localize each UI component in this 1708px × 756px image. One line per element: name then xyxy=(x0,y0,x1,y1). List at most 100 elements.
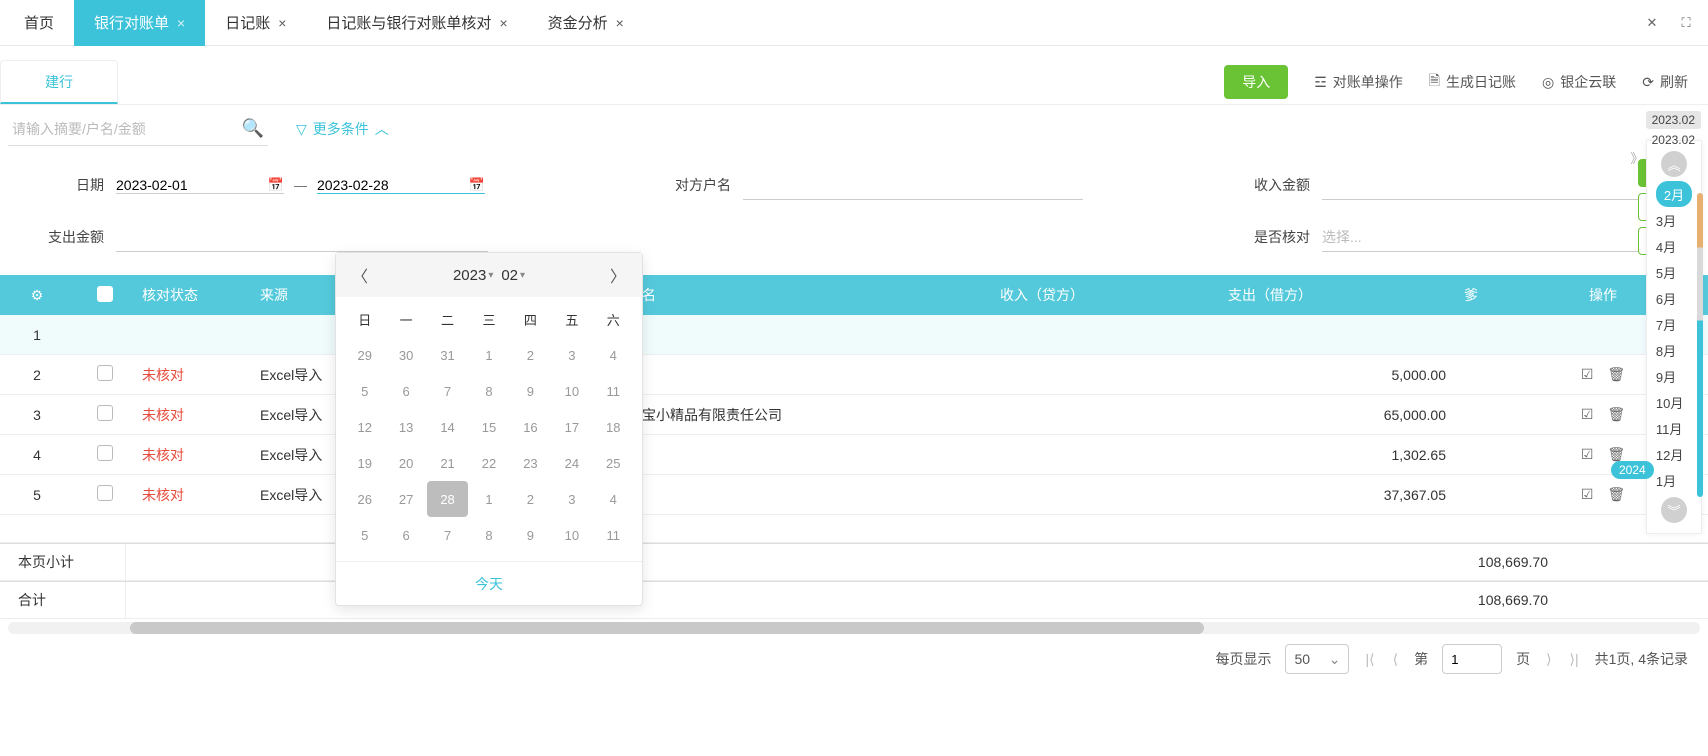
calendar-day[interactable]: 4 xyxy=(593,481,634,517)
gen-journal-button[interactable]: 🗎生成日记账 xyxy=(1429,70,1516,94)
calendar-day[interactable]: 7 xyxy=(427,517,468,553)
settings-column-icon[interactable]: ⚙ xyxy=(0,287,74,304)
counterparty-input[interactable] xyxy=(743,170,1083,200)
date-from-input[interactable] xyxy=(116,177,236,193)
import-button[interactable]: 导入 xyxy=(1224,65,1288,99)
month-select[interactable]: 02▾ xyxy=(501,267,525,284)
calendar-day[interactable]: 22 xyxy=(468,445,509,481)
timeline-month[interactable]: 4月 xyxy=(1656,233,1692,259)
income-input[interactable] xyxy=(1322,170,1662,200)
calendar-day[interactable]: 4 xyxy=(593,337,634,373)
calendar-icon[interactable]: 📅 xyxy=(469,177,485,193)
last-page-button[interactable]: ⟩| xyxy=(1568,651,1581,668)
next-month-button[interactable]: 〉 xyxy=(598,253,638,297)
calendar-day[interactable]: 5 xyxy=(344,517,385,553)
year-select[interactable]: 2023▾ xyxy=(453,267,493,284)
calendar-day[interactable]: 13 xyxy=(385,409,426,445)
date-from-field[interactable]: 📅 xyxy=(116,177,284,194)
calendar-day[interactable]: 5 xyxy=(344,373,385,409)
first-page-button[interactable]: |⟨ xyxy=(1363,651,1376,668)
timeline-month[interactable]: 12月 xyxy=(1656,441,1692,467)
calendar-icon[interactable]: 📅 xyxy=(268,177,284,193)
calendar-day[interactable]: 14 xyxy=(427,409,468,445)
tab-reconcile[interactable]: 日记账与银行对账单核对× xyxy=(306,0,527,46)
matched-select[interactable]: 选择... ⌄ xyxy=(1322,222,1662,252)
row-checkbox[interactable] xyxy=(97,485,113,501)
timeline-month[interactable]: 5月 xyxy=(1656,259,1692,285)
search-input[interactable] xyxy=(12,121,242,137)
calendar-day[interactable]: 20 xyxy=(385,445,426,481)
timeline-month[interactable]: 7月 xyxy=(1656,311,1692,337)
calendar-day[interactable]: 15 xyxy=(468,409,509,445)
close-icon[interactable]: × xyxy=(499,15,507,31)
calendar-day[interactable]: 9 xyxy=(510,517,551,553)
expense-input[interactable] xyxy=(116,222,488,252)
horizontal-scrollbar[interactable] xyxy=(0,619,1708,637)
calendar-day[interactable]: 2 xyxy=(510,337,551,373)
tab-home[interactable]: 首页 xyxy=(4,0,74,46)
check-row-icon[interactable]: ☑ xyxy=(1581,486,1594,503)
calendar-day[interactable]: 25 xyxy=(593,445,634,481)
close-icon[interactable]: × xyxy=(616,15,624,31)
calendar-day[interactable]: 16 xyxy=(510,409,551,445)
calendar-day[interactable]: 8 xyxy=(468,517,509,553)
calendar-day[interactable]: 10 xyxy=(551,373,592,409)
calendar-day[interactable]: 2 xyxy=(510,481,551,517)
check-row-icon[interactable]: ☑ xyxy=(1581,446,1594,463)
timeline-up-button[interactable]: ︽ xyxy=(1661,151,1687,177)
calendar-day[interactable]: 11 xyxy=(593,517,634,553)
timeline-month[interactable]: 11月 xyxy=(1656,415,1692,441)
select-all-checkbox[interactable] xyxy=(97,286,113,302)
calendar-day[interactable]: 6 xyxy=(385,373,426,409)
delete-row-icon[interactable]: 🗑 xyxy=(1607,486,1625,503)
timeline-month[interactable]: 8月 xyxy=(1656,337,1692,363)
bank-cloud-button[interactable]: ◎银企云联 xyxy=(1542,72,1616,92)
calendar-day[interactable]: 6 xyxy=(385,517,426,553)
calendar-day[interactable]: 1 xyxy=(468,337,509,373)
check-row-icon[interactable]: ☑ xyxy=(1581,406,1594,423)
more-filter-toggle[interactable]: ▽ 更多条件 ︿ xyxy=(296,119,389,139)
calendar-day[interactable]: 23 xyxy=(510,445,551,481)
fullscreen-icon[interactable]: ⛶ xyxy=(1674,11,1698,35)
calendar-day[interactable]: 28 xyxy=(427,481,468,517)
timeline-month[interactable]: 6月 xyxy=(1656,285,1692,311)
calendar-day[interactable]: 3 xyxy=(551,337,592,373)
tab-journal[interactable]: 日记账× xyxy=(205,0,306,46)
row-checkbox[interactable] xyxy=(97,365,113,381)
close-icon[interactable]: × xyxy=(177,15,185,31)
calendar-day[interactable]: 1 xyxy=(468,481,509,517)
statement-ops-button[interactable]: ☲对账单操作 xyxy=(1314,72,1403,92)
sub-tab-bank[interactable]: 建行 xyxy=(0,60,118,104)
timeline-month[interactable]: 10月 xyxy=(1656,389,1692,415)
date-to-input[interactable] xyxy=(317,177,437,193)
timeline-down-button[interactable]: ︾ xyxy=(1661,497,1687,523)
close-icon[interactable]: × xyxy=(278,15,286,31)
calendar-day[interactable]: 31 xyxy=(427,337,468,373)
prev-month-button[interactable]: 〈 xyxy=(340,253,380,297)
calendar-day[interactable]: 10 xyxy=(551,517,592,553)
row-checkbox[interactable] xyxy=(97,445,113,461)
calendar-day[interactable]: 19 xyxy=(344,445,385,481)
calendar-day[interactable]: 9 xyxy=(510,373,551,409)
calendar-day[interactable]: 29 xyxy=(344,337,385,373)
search-icon[interactable]: 🔍 xyxy=(242,118,264,139)
date-to-field[interactable]: 📅 xyxy=(317,177,485,194)
scroll-thumb[interactable] xyxy=(130,622,1204,634)
calendar-day[interactable]: 30 xyxy=(385,337,426,373)
calendar-day[interactable]: 7 xyxy=(427,373,468,409)
calendar-day[interactable]: 18 xyxy=(593,409,634,445)
timeline-month[interactable]: 2月 xyxy=(1656,181,1692,207)
calendar-day[interactable]: 3 xyxy=(551,481,592,517)
page-input[interactable] xyxy=(1442,644,1502,674)
calendar-day[interactable]: 24 xyxy=(551,445,592,481)
timeline-month[interactable]: 1月 xyxy=(1656,467,1692,493)
tab-bank-statement[interactable]: 银行对账单× xyxy=(74,0,205,46)
today-button[interactable]: 今天 xyxy=(475,574,503,594)
prev-page-button[interactable]: ⟨ xyxy=(1391,651,1400,668)
calendar-day[interactable]: 27 xyxy=(385,481,426,517)
check-row-icon[interactable]: ☑ xyxy=(1581,366,1594,383)
calendar-day[interactable]: 12 xyxy=(344,409,385,445)
per-page-select[interactable]: 50⌄ xyxy=(1285,644,1349,674)
timeline-month[interactable]: 3月 xyxy=(1656,207,1692,233)
next-page-button[interactable]: ⟩ xyxy=(1544,651,1553,668)
